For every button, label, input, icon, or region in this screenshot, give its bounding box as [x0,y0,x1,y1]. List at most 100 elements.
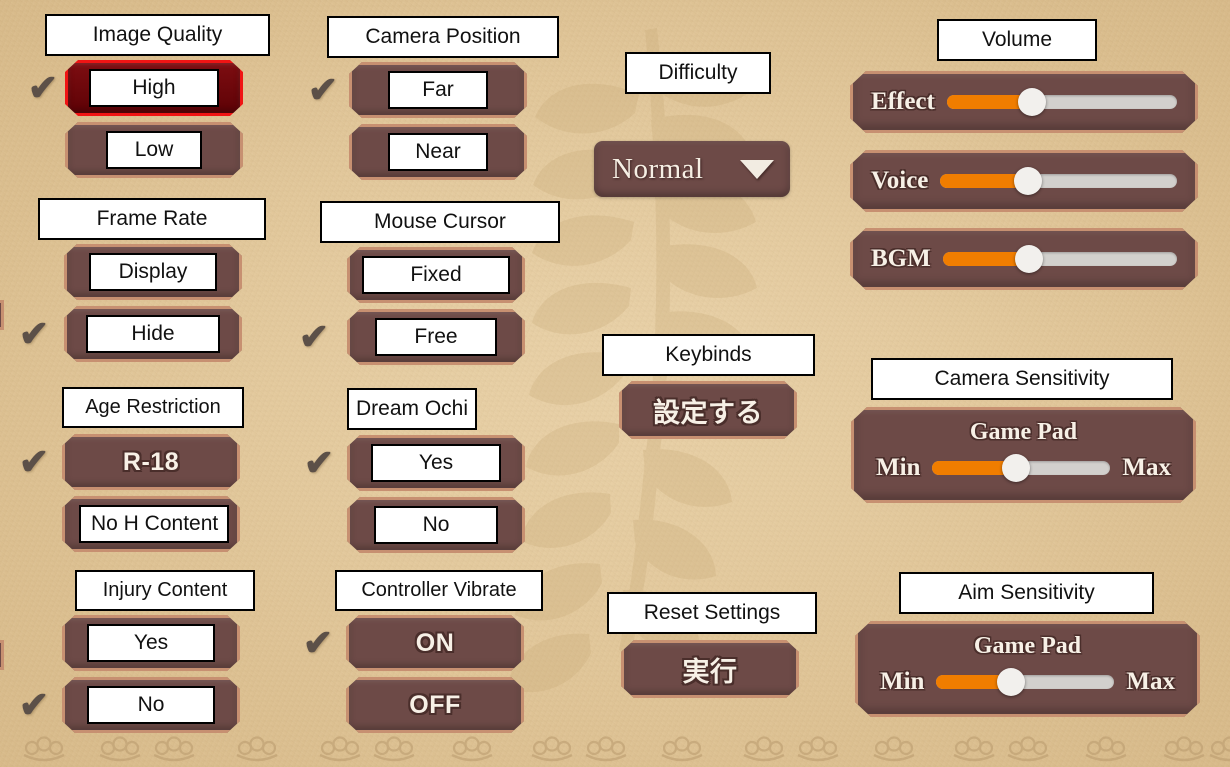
volume-bgm-panel: BGM [850,228,1198,290]
check-icon: ✔ [18,313,50,354]
camera-sensitivity-device: Game Pad [969,419,1078,445]
group-mouse-cursor: Mouse Cursor ✔ Fixed ✔ Free [299,201,560,365]
option-label-low: Low [106,131,202,169]
slider-label-bgm: BGM [871,245,931,272]
option-button-high[interactable]: High [65,60,243,116]
group-difficulty: Difficulty [625,52,771,94]
option-row-vibrate-on[interactable]: ✔ ON [303,615,543,671]
option-row-cursor-free[interactable]: ✔ Free [299,309,560,365]
slider-knob-camera-sensitivity[interactable] [1002,454,1030,482]
group-controller-vibrate: Controller Vibrate ✔ ON ✔ OFF [303,570,543,733]
group-camera-sensitivity: Camera Sensitivity [871,358,1173,400]
slider-camera-sensitivity[interactable] [932,461,1110,475]
aim-sensitivity-device: Game Pad [973,633,1082,659]
option-row-frame-rate-hide[interactable]: ✔ Hide [19,306,266,362]
reset-settings-execute-label: 実行 [682,656,738,687]
reset-settings-execute-button[interactable]: 実行 [621,640,799,698]
option-button-low[interactable]: Low [65,122,243,178]
chevron-down-icon[interactable] [740,159,774,179]
option-button-free[interactable]: Free [347,309,525,365]
option-label-high: High [89,69,219,107]
group-reset-settings: Reset Settings 実行 [607,592,817,698]
option-button-far[interactable]: Far [349,62,527,118]
camera-sensitivity-min-label: Min [876,454,921,481]
option-button-vibrate-on[interactable]: ON [346,615,524,671]
option-button-no-h-content[interactable]: No H Content [62,496,240,552]
slider-label-voice: Voice [871,167,929,194]
option-row-image-quality-low[interactable]: ✔ Low [45,122,270,178]
group-title-aim-sensitivity: Aim Sensitivity [899,572,1154,614]
option-label-near: Near [388,133,488,171]
group-title-camera-position: Camera Position [327,16,559,58]
edge-decoration-top [0,300,4,330]
edge-decoration-bottom [0,640,4,670]
option-row-dream-yes[interactable]: ✔ Yes [304,435,525,491]
option-label-injury-no: No [87,686,215,724]
group-title-difficulty: Difficulty [625,52,771,94]
option-row-cursor-fixed[interactable]: ✔ Fixed [320,247,560,303]
group-title-injury-content: Injury Content [75,570,255,611]
slider-voice[interactable] [940,174,1177,188]
difficulty-dropdown[interactable]: Normal [594,141,790,197]
group-title-frame-rate: Frame Rate [38,198,266,240]
camera-sensitivity-max-label: Max [1122,454,1171,481]
option-row-injury-yes[interactable]: ✔ Yes [62,615,255,671]
option-label-r18: R-18 [122,447,180,476]
check-icon: ✔ [303,442,335,483]
keybinds-configure-button[interactable]: 設定する [619,381,797,439]
option-label-fixed: Fixed [362,256,510,294]
option-label-far: Far [388,71,488,109]
check-icon: ✔ [18,441,50,482]
group-camera-position: Camera Position ✔ Far ✔ Near [308,16,559,180]
option-label-hide: Hide [86,315,220,353]
option-button-display[interactable]: Display [64,244,242,300]
slider-knob-effect[interactable] [1018,88,1046,116]
group-title-age-restriction: Age Restriction [62,387,244,428]
check-icon: ✔ [298,316,330,357]
option-row-injury-no[interactable]: ✔ No [19,677,255,733]
option-row-dream-no[interactable]: ✔ No [347,497,525,553]
option-button-injury-no[interactable]: No [62,677,240,733]
slider-knob-voice[interactable] [1014,167,1042,195]
aim-sensitivity-max-label: Max [1126,668,1175,695]
option-row-camera-far[interactable]: ✔ Far [308,62,559,118]
option-button-r18[interactable]: R-18 [62,434,240,490]
slider-knob-bgm[interactable] [1015,245,1043,273]
group-title-dream-ochi: Dream Ochi [347,388,477,430]
option-row-image-quality-high[interactable]: ✔ High [28,60,270,116]
option-row-vibrate-off[interactable]: ✔ OFF [346,677,543,733]
option-button-dream-no[interactable]: No [347,497,525,553]
option-label-free: Free [375,318,497,356]
check-icon: ✔ [27,67,59,108]
group-volume: Volume [937,19,1097,61]
difficulty-selected-value: Normal [612,152,704,185]
slider-aim-sensitivity[interactable] [936,675,1114,689]
option-button-hide[interactable]: Hide [64,306,242,362]
option-button-near[interactable]: Near [349,124,527,180]
option-label-dream-yes: Yes [371,444,501,482]
group-title-controller-vibrate: Controller Vibrate [335,570,543,611]
option-row-age-no-h-content[interactable]: ✔ No H Content [62,496,242,552]
option-label-vibrate-off: OFF [409,690,461,719]
camera-sensitivity-panel: Game Pad Min Max [851,407,1196,503]
group-dream-ochi: Dream Ochi ✔ Yes ✔ No [304,388,525,553]
group-keybinds: Keybinds 設定する [602,334,815,439]
group-frame-rate: Frame Rate ✔ Display ✔ Hide [19,198,266,362]
option-button-vibrate-off[interactable]: OFF [346,677,524,733]
check-icon: ✔ [302,622,334,663]
aim-sensitivity-panel: Game Pad Min Max [855,621,1200,717]
option-row-frame-rate-display[interactable]: ✔ Display [38,244,266,300]
option-row-age-r18[interactable]: ✔ R-18 [19,434,242,490]
slider-bgm[interactable] [943,252,1177,266]
option-label-no-h-content: No H Content [79,505,229,543]
option-button-fixed[interactable]: Fixed [347,247,525,303]
option-row-camera-near[interactable]: ✔ Near [327,124,559,180]
option-label-dream-no: No [374,506,498,544]
slider-knob-aim-sensitivity[interactable] [997,668,1025,696]
group-injury-content: Injury Content ✔ Yes ✔ No [19,570,255,733]
group-image-quality: Image Quality ✔ High ✔ Low [28,14,270,178]
check-icon: ✔ [307,69,339,110]
slider-effect[interactable] [947,95,1177,109]
option-button-injury-yes[interactable]: Yes [62,615,240,671]
option-button-dream-yes[interactable]: Yes [347,435,525,491]
